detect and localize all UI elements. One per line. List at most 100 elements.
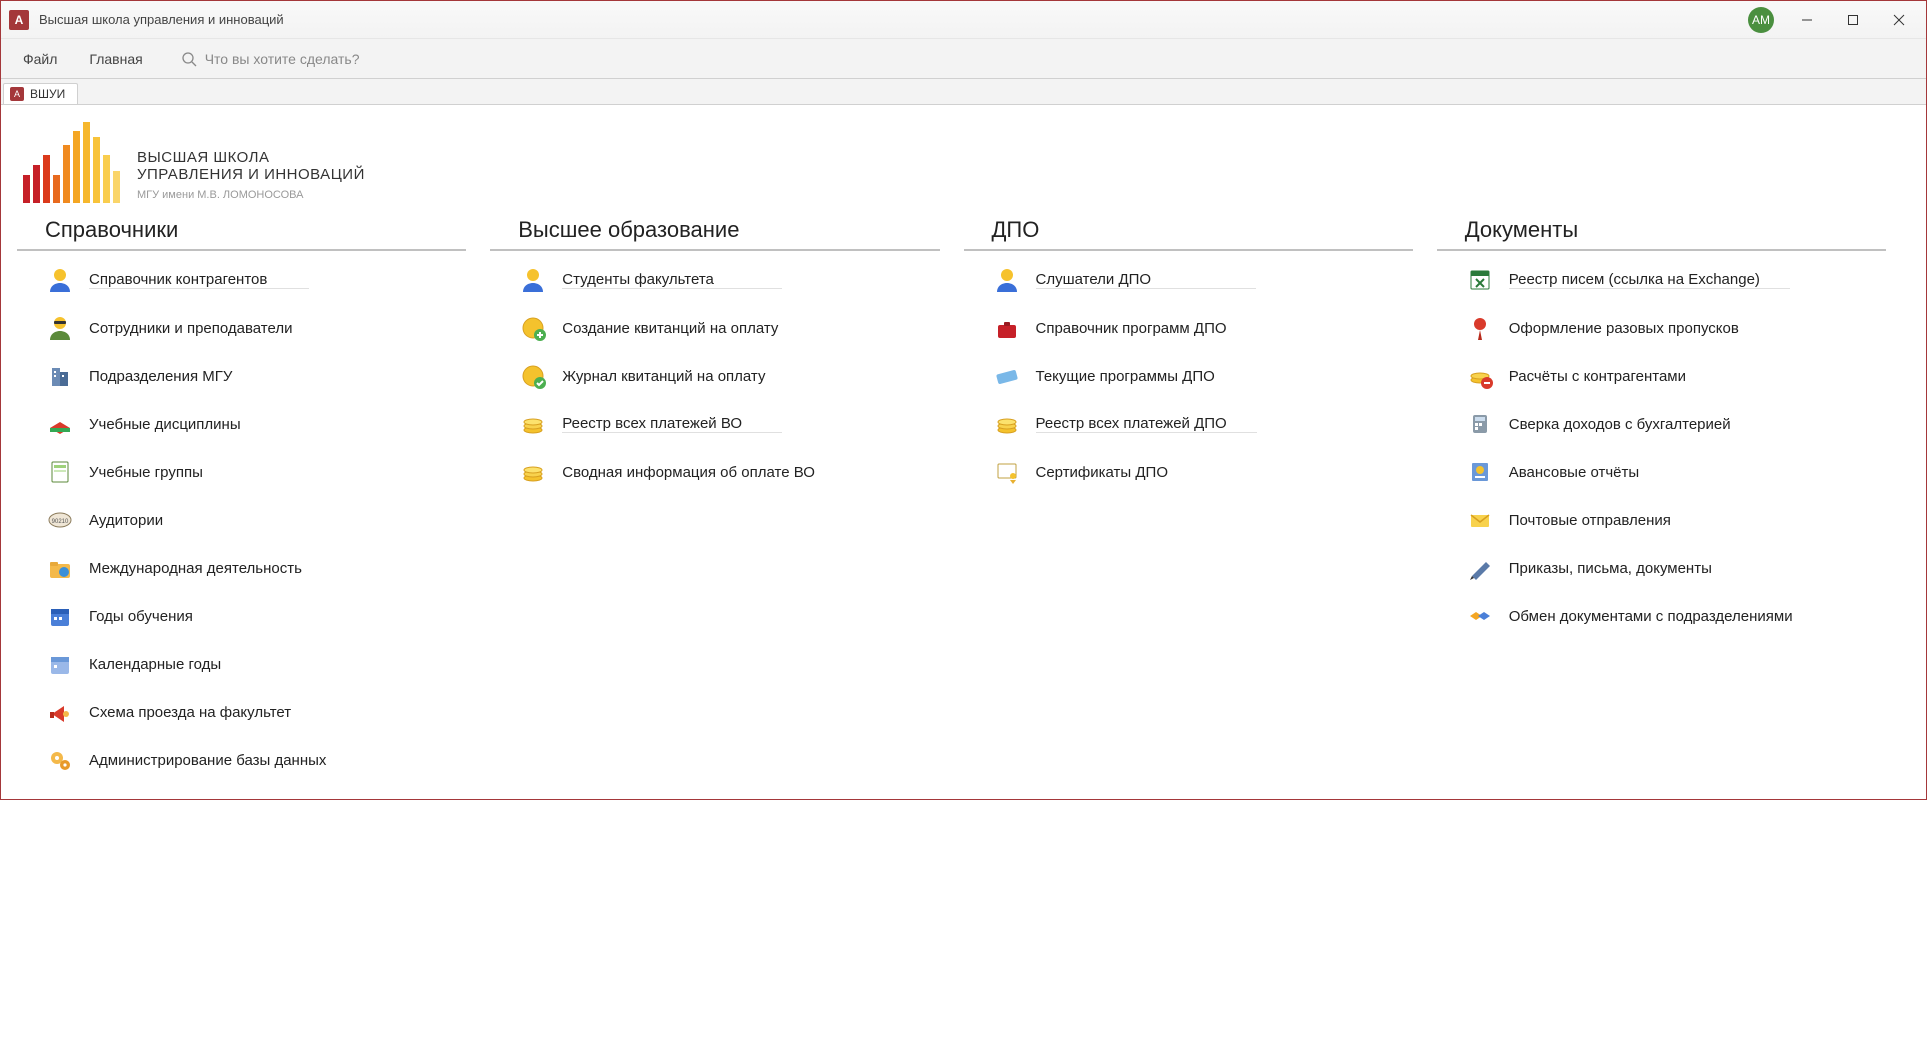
logo-line2: УПРАВЛЕНИЯ И ИННОВАЦИЙ [137, 166, 365, 183]
column-item-list: Справочник контрагентов Сотрудники и преп… [17, 265, 466, 775]
search-icon [181, 51, 197, 67]
menu-home[interactable]: Главная [75, 45, 156, 73]
nav-item[interactable]: Аудитории [45, 505, 466, 535]
nav-item-label: Расчёты с контрагентами [1509, 368, 1686, 385]
nav-item-label: Сотрудники и преподаватели [89, 320, 293, 337]
logo-line1: ВЫСШАЯ ШКОЛА [137, 149, 365, 166]
logo-subtitle: МГУ имени М.В. ЛОМОНОСОВА [137, 189, 365, 201]
nav-item[interactable]: Схема проезда на факультет [45, 697, 466, 727]
badge-icon [45, 505, 75, 535]
coins-icon [518, 457, 548, 487]
coins-minus-icon [1465, 361, 1495, 391]
nav-item[interactable]: Сводная информация об оплате ВО [518, 457, 939, 487]
column-item-list: Слушатели ДПО Справочник программ ДПО Теку… [964, 265, 1413, 487]
nav-item[interactable]: Годы обучения [45, 601, 466, 631]
nav-item[interactable]: Реестр всех платежей ВО [518, 409, 939, 439]
nav-item[interactable]: Журнал квитанций на оплату [518, 361, 939, 391]
org-logo: ВЫСШАЯ ШКОЛА УПРАВЛЕНИЯ И ИННОВАЦИЙ МГУ … [17, 117, 1910, 207]
column-2: ДПО Слушатели ДПО Справочник программ ДПО Т… [964, 213, 1437, 775]
menu-file[interactable]: Файл [9, 45, 71, 73]
nav-item-label: Реестр всех платежей ДПО [1036, 415, 1257, 433]
nav-item[interactable]: Реестр всех платежей ДПО [992, 409, 1413, 439]
nav-item-label: Студенты факультета [562, 271, 782, 289]
nav-item[interactable]: Почтовые отправления [1465, 505, 1886, 535]
briefcase-red-icon [992, 313, 1022, 343]
nav-item-label: Журнал квитанций на оплату [562, 368, 765, 385]
nav-item-label: Сводная информация об оплате ВО [562, 464, 815, 481]
book-icon [45, 409, 75, 439]
nav-item[interactable]: Обмен документами с подразделениями [1465, 601, 1886, 631]
window-title: Высшая школа управления и инноваций [39, 12, 284, 27]
column-header: Высшее образование [490, 213, 939, 251]
nav-item[interactable]: Учебные группы [45, 457, 466, 487]
nav-item[interactable]: Подразделения МГУ [45, 361, 466, 391]
certificate-icon [992, 457, 1022, 487]
ticket-icon [992, 361, 1022, 391]
coins-icon [992, 409, 1022, 439]
building-icon [45, 361, 75, 391]
megaphone-icon [45, 697, 75, 727]
nav-item[interactable]: Справочник программ ДПО [992, 313, 1413, 343]
calendar-light-icon [45, 649, 75, 679]
form-body: ВЫСШАЯ ШКОЛА УПРАВЛЕНИЯ И ИННОВАЦИЙ МГУ … [1, 105, 1926, 799]
nav-item-label: Оформление разовых пропусков [1509, 320, 1739, 337]
nav-item[interactable]: Календарные годы [45, 649, 466, 679]
nav-item[interactable]: Международная деятельность [45, 553, 466, 583]
tab-label: ВШУИ [30, 87, 65, 101]
nav-item-label: Подразделения МГУ [89, 368, 232, 385]
nav-item[interactable]: Администрирование базы данных [45, 745, 466, 775]
logo-bars-icon [17, 117, 127, 207]
tell-me-search[interactable] [181, 51, 465, 67]
nav-item[interactable]: Расчёты с контрагентами [1465, 361, 1886, 391]
nav-item-label: Календарные годы [89, 656, 221, 673]
column-item-list: Студенты факультета Создание квитанций на… [490, 265, 939, 487]
user-avatar[interactable]: АМ [1748, 7, 1774, 33]
nav-item[interactable]: Оформление разовых пропусков [1465, 313, 1886, 343]
window-frame: A Высшая школа управления и инноваций АМ… [0, 0, 1927, 800]
nav-item-label: Справочник программ ДПО [1036, 320, 1227, 337]
nav-item-label: Авансовые отчёты [1509, 464, 1639, 481]
column-header: ДПО [964, 213, 1413, 251]
person-glasses-icon [45, 313, 75, 343]
column-3: Документы Реестр писем (ссылка на Exchang… [1437, 213, 1910, 775]
nav-item[interactable]: Текущие программы ДПО [992, 361, 1413, 391]
nav-item[interactable]: Реестр писем (ссылка на Exchange) [1465, 265, 1886, 295]
gears-icon [45, 745, 75, 775]
nav-item[interactable]: Сертификаты ДПО [992, 457, 1413, 487]
nav-item[interactable]: Сверка доходов с бухгалтерией [1465, 409, 1886, 439]
nav-item[interactable]: Учебные дисциплины [45, 409, 466, 439]
handshake-icon [1465, 601, 1495, 631]
nav-item-label: Международная деятельность [89, 560, 302, 577]
access-form-icon: A [10, 87, 24, 101]
nav-item[interactable]: Создание квитанций на оплату [518, 313, 939, 343]
tab-main[interactable]: A ВШУИ [3, 83, 78, 104]
nav-item[interactable]: Авансовые отчёты [1465, 457, 1886, 487]
column-item-list: Реестр писем (ссылка на Exchange) Оформле… [1437, 265, 1886, 631]
pin-icon [1465, 313, 1495, 343]
person-yellow-icon [992, 265, 1022, 295]
nav-item-label: Реестр всех платежей ВО [562, 415, 782, 433]
minimize-button[interactable] [1784, 1, 1830, 39]
nav-item[interactable]: Сотрудники и преподаватели [45, 313, 466, 343]
column-header: Документы [1437, 213, 1886, 251]
tab-strip: A ВШУИ [1, 79, 1926, 105]
access-app-icon: A [9, 10, 29, 30]
maximize-button[interactable] [1830, 1, 1876, 39]
calculator-icon [1465, 409, 1495, 439]
person-yellow-icon [518, 265, 548, 295]
nav-item[interactable]: Приказы, письма, документы [1465, 553, 1886, 583]
nav-item-label: Создание квитанций на оплату [562, 320, 778, 337]
nav-item-label: Почтовые отправления [1509, 512, 1671, 529]
nav-item-label: Схема проезда на факультет [89, 704, 291, 721]
nav-item[interactable]: Справочник контрагентов [45, 265, 466, 295]
nav-item[interactable]: Студенты факультета [518, 265, 939, 295]
nav-item[interactable]: Слушатели ДПО [992, 265, 1413, 295]
nav-item-label: Годы обучения [89, 608, 193, 625]
column-0: СправочникиСправочник контрагентовСотруд… [17, 213, 490, 775]
calendar-blue-icon [45, 601, 75, 631]
nav-item-label: Учебные дисциплины [89, 416, 241, 433]
close-button[interactable] [1876, 1, 1922, 39]
tell-me-input[interactable] [205, 51, 465, 67]
nav-item-label: Администрирование базы данных [89, 752, 326, 769]
nav-item-label: Обмен документами с подразделениями [1509, 608, 1793, 625]
